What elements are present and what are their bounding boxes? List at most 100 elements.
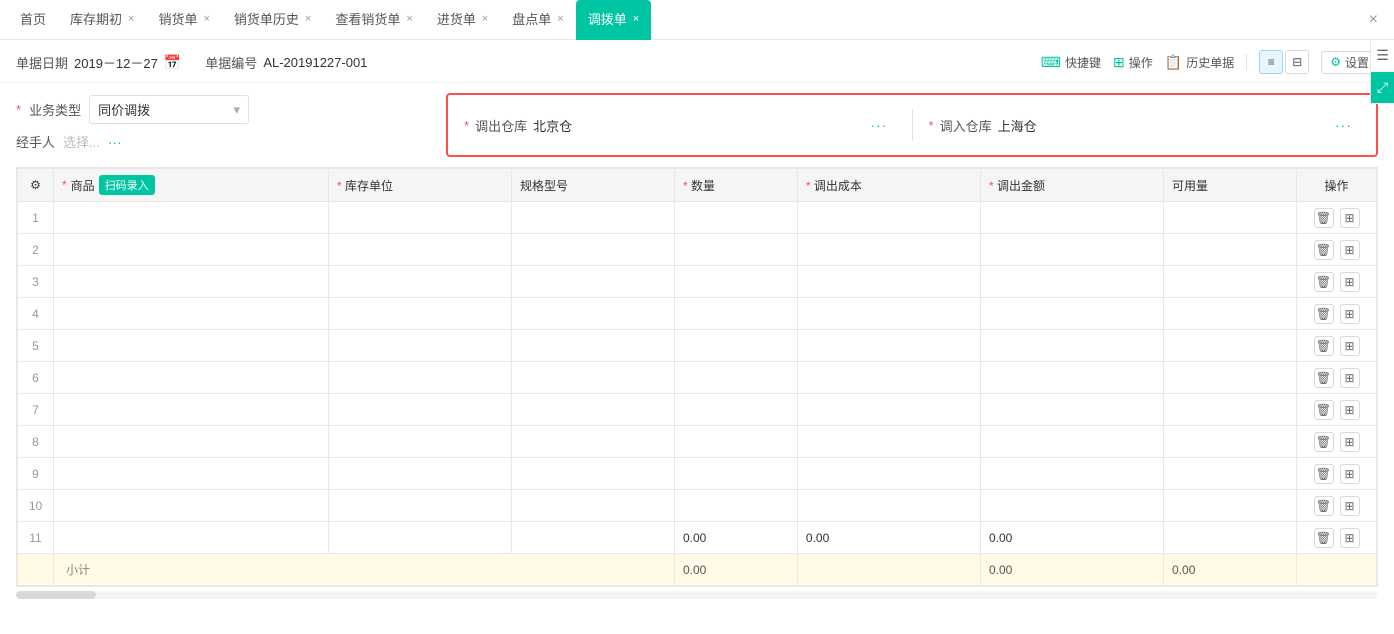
copy-icon[interactable]: ⊞ (1340, 208, 1360, 228)
cell-cost[interactable] (797, 202, 980, 234)
cell-available[interactable] (1164, 330, 1297, 362)
cell-goods[interactable] (54, 298, 329, 330)
copy-icon[interactable]: ⊞ (1340, 272, 1360, 292)
cell-spec[interactable] (512, 394, 675, 426)
cell-cost[interactable] (797, 458, 980, 490)
handler-more-button[interactable]: ··· (108, 134, 122, 150)
copy-icon[interactable]: ⊞ (1340, 336, 1360, 356)
cell-qty[interactable] (675, 458, 798, 490)
cell-qty[interactable] (675, 426, 798, 458)
tab-purchase[interactable]: 进货单 × (425, 0, 500, 40)
calendar-icon[interactable]: 📅 (164, 54, 181, 71)
warehouse-out-more-button[interactable]: ··· (871, 117, 888, 133)
cell-goods[interactable] (54, 202, 329, 234)
cell-amount[interactable] (980, 202, 1163, 234)
cell-spec[interactable] (512, 490, 675, 522)
cell-qty[interactable] (675, 394, 798, 426)
delete-icon[interactable]: 🗑 (1314, 272, 1334, 292)
cell-amount[interactable] (980, 330, 1163, 362)
cell-amount[interactable] (980, 362, 1163, 394)
cell-available[interactable] (1164, 458, 1297, 490)
delete-icon[interactable]: 🗑 (1314, 400, 1334, 420)
tab-inventory-init[interactable]: 库存期初 × (58, 0, 146, 40)
cell-qty[interactable] (675, 362, 798, 394)
cell-spec[interactable] (512, 234, 675, 266)
shortcuts-button[interactable]: ⌨ 快捷键 (1041, 54, 1101, 71)
cell-unit[interactable] (328, 458, 511, 490)
cell-goods[interactable] (54, 330, 329, 362)
tab-transfer[interactable]: 调拨单 × (576, 0, 651, 40)
cell-available[interactable] (1164, 394, 1297, 426)
biz-type-select[interactable]: 同价调拨 ▾ (89, 95, 249, 124)
tab-inventory-init-close[interactable]: × (128, 13, 134, 25)
copy-icon[interactable]: ⊞ (1340, 368, 1360, 388)
cell-available[interactable] (1164, 234, 1297, 266)
subtotal-delete-icon[interactable]: 🗑 (1314, 528, 1334, 548)
cell-qty[interactable] (675, 298, 798, 330)
tab-stocktake[interactable]: 盘点单 × (500, 0, 575, 40)
operations-button[interactable]: ⊞ 操作 (1113, 54, 1153, 71)
copy-icon[interactable]: ⊞ (1340, 496, 1360, 516)
cell-goods[interactable] (54, 362, 329, 394)
cell-amount[interactable] (980, 266, 1163, 298)
sidebar-expand-icon[interactable]: ⤢ (1371, 72, 1394, 104)
delete-icon[interactable]: 🗑 (1314, 208, 1334, 228)
tab-transfer-close[interactable]: × (633, 13, 639, 25)
cell-unit[interactable] (328, 202, 511, 234)
cell-spec[interactable] (512, 330, 675, 362)
delete-icon[interactable]: 🗑 (1314, 432, 1334, 452)
copy-icon[interactable]: ⊞ (1340, 304, 1360, 324)
tab-view-sales-close[interactable]: × (406, 13, 412, 25)
subtotal-copy-icon[interactable]: ⊞ (1340, 528, 1360, 548)
tab-sales-order-close[interactable]: × (203, 13, 209, 25)
cell-available[interactable] (1164, 266, 1297, 298)
cell-unit[interactable] (328, 266, 511, 298)
delete-icon[interactable]: 🗑 (1314, 496, 1334, 516)
handler-placeholder[interactable]: 选择... (63, 132, 100, 151)
tab-view-sales[interactable]: 查看销货单 × (323, 0, 424, 40)
delete-icon[interactable]: 🗑 (1314, 464, 1334, 484)
cell-goods[interactable] (54, 458, 329, 490)
cell-unit[interactable] (328, 426, 511, 458)
cell-qty[interactable] (675, 490, 798, 522)
cell-spec[interactable] (512, 458, 675, 490)
cell-unit[interactable] (328, 234, 511, 266)
cell-qty[interactable] (675, 330, 798, 362)
cell-available[interactable] (1164, 202, 1297, 234)
cell-available[interactable] (1164, 490, 1297, 522)
layout-btn-1[interactable]: ≡ (1259, 50, 1283, 74)
col-settings[interactable]: ⚙ (18, 169, 54, 202)
cell-spec[interactable] (512, 266, 675, 298)
cell-cost[interactable] (797, 394, 980, 426)
cell-spec[interactable] (512, 202, 675, 234)
tab-stocktake-close[interactable]: × (557, 13, 563, 25)
cell-goods[interactable] (54, 234, 329, 266)
cell-cost[interactable] (797, 266, 980, 298)
cell-cost[interactable] (797, 362, 980, 394)
history-button[interactable]: 📋 历史单据 (1165, 54, 1234, 71)
delete-icon[interactable]: 🗑 (1314, 304, 1334, 324)
cell-qty[interactable] (675, 202, 798, 234)
cell-amount[interactable] (980, 490, 1163, 522)
cell-goods[interactable] (54, 426, 329, 458)
cell-spec[interactable] (512, 298, 675, 330)
tab-home[interactable]: 首页 (8, 0, 58, 40)
cell-amount[interactable] (980, 234, 1163, 266)
cell-cost[interactable] (797, 234, 980, 266)
layout-btn-2[interactable]: ⊟ (1285, 50, 1309, 74)
cell-amount[interactable] (980, 426, 1163, 458)
tab-sales-history-close[interactable]: × (305, 13, 311, 25)
cell-spec[interactable] (512, 426, 675, 458)
scan-button[interactable]: 扫码录入 (99, 175, 155, 195)
tab-purchase-close[interactable]: × (482, 13, 488, 25)
cell-available[interactable] (1164, 298, 1297, 330)
cell-qty[interactable] (675, 266, 798, 298)
delete-icon[interactable]: 🗑 (1314, 240, 1334, 260)
cell-cost[interactable] (797, 298, 980, 330)
delete-icon[interactable]: 🗑 (1314, 368, 1334, 388)
cell-available[interactable] (1164, 426, 1297, 458)
cell-unit[interactable] (328, 394, 511, 426)
cell-cost[interactable] (797, 330, 980, 362)
cell-cost[interactable] (797, 426, 980, 458)
cell-unit[interactable] (328, 490, 511, 522)
